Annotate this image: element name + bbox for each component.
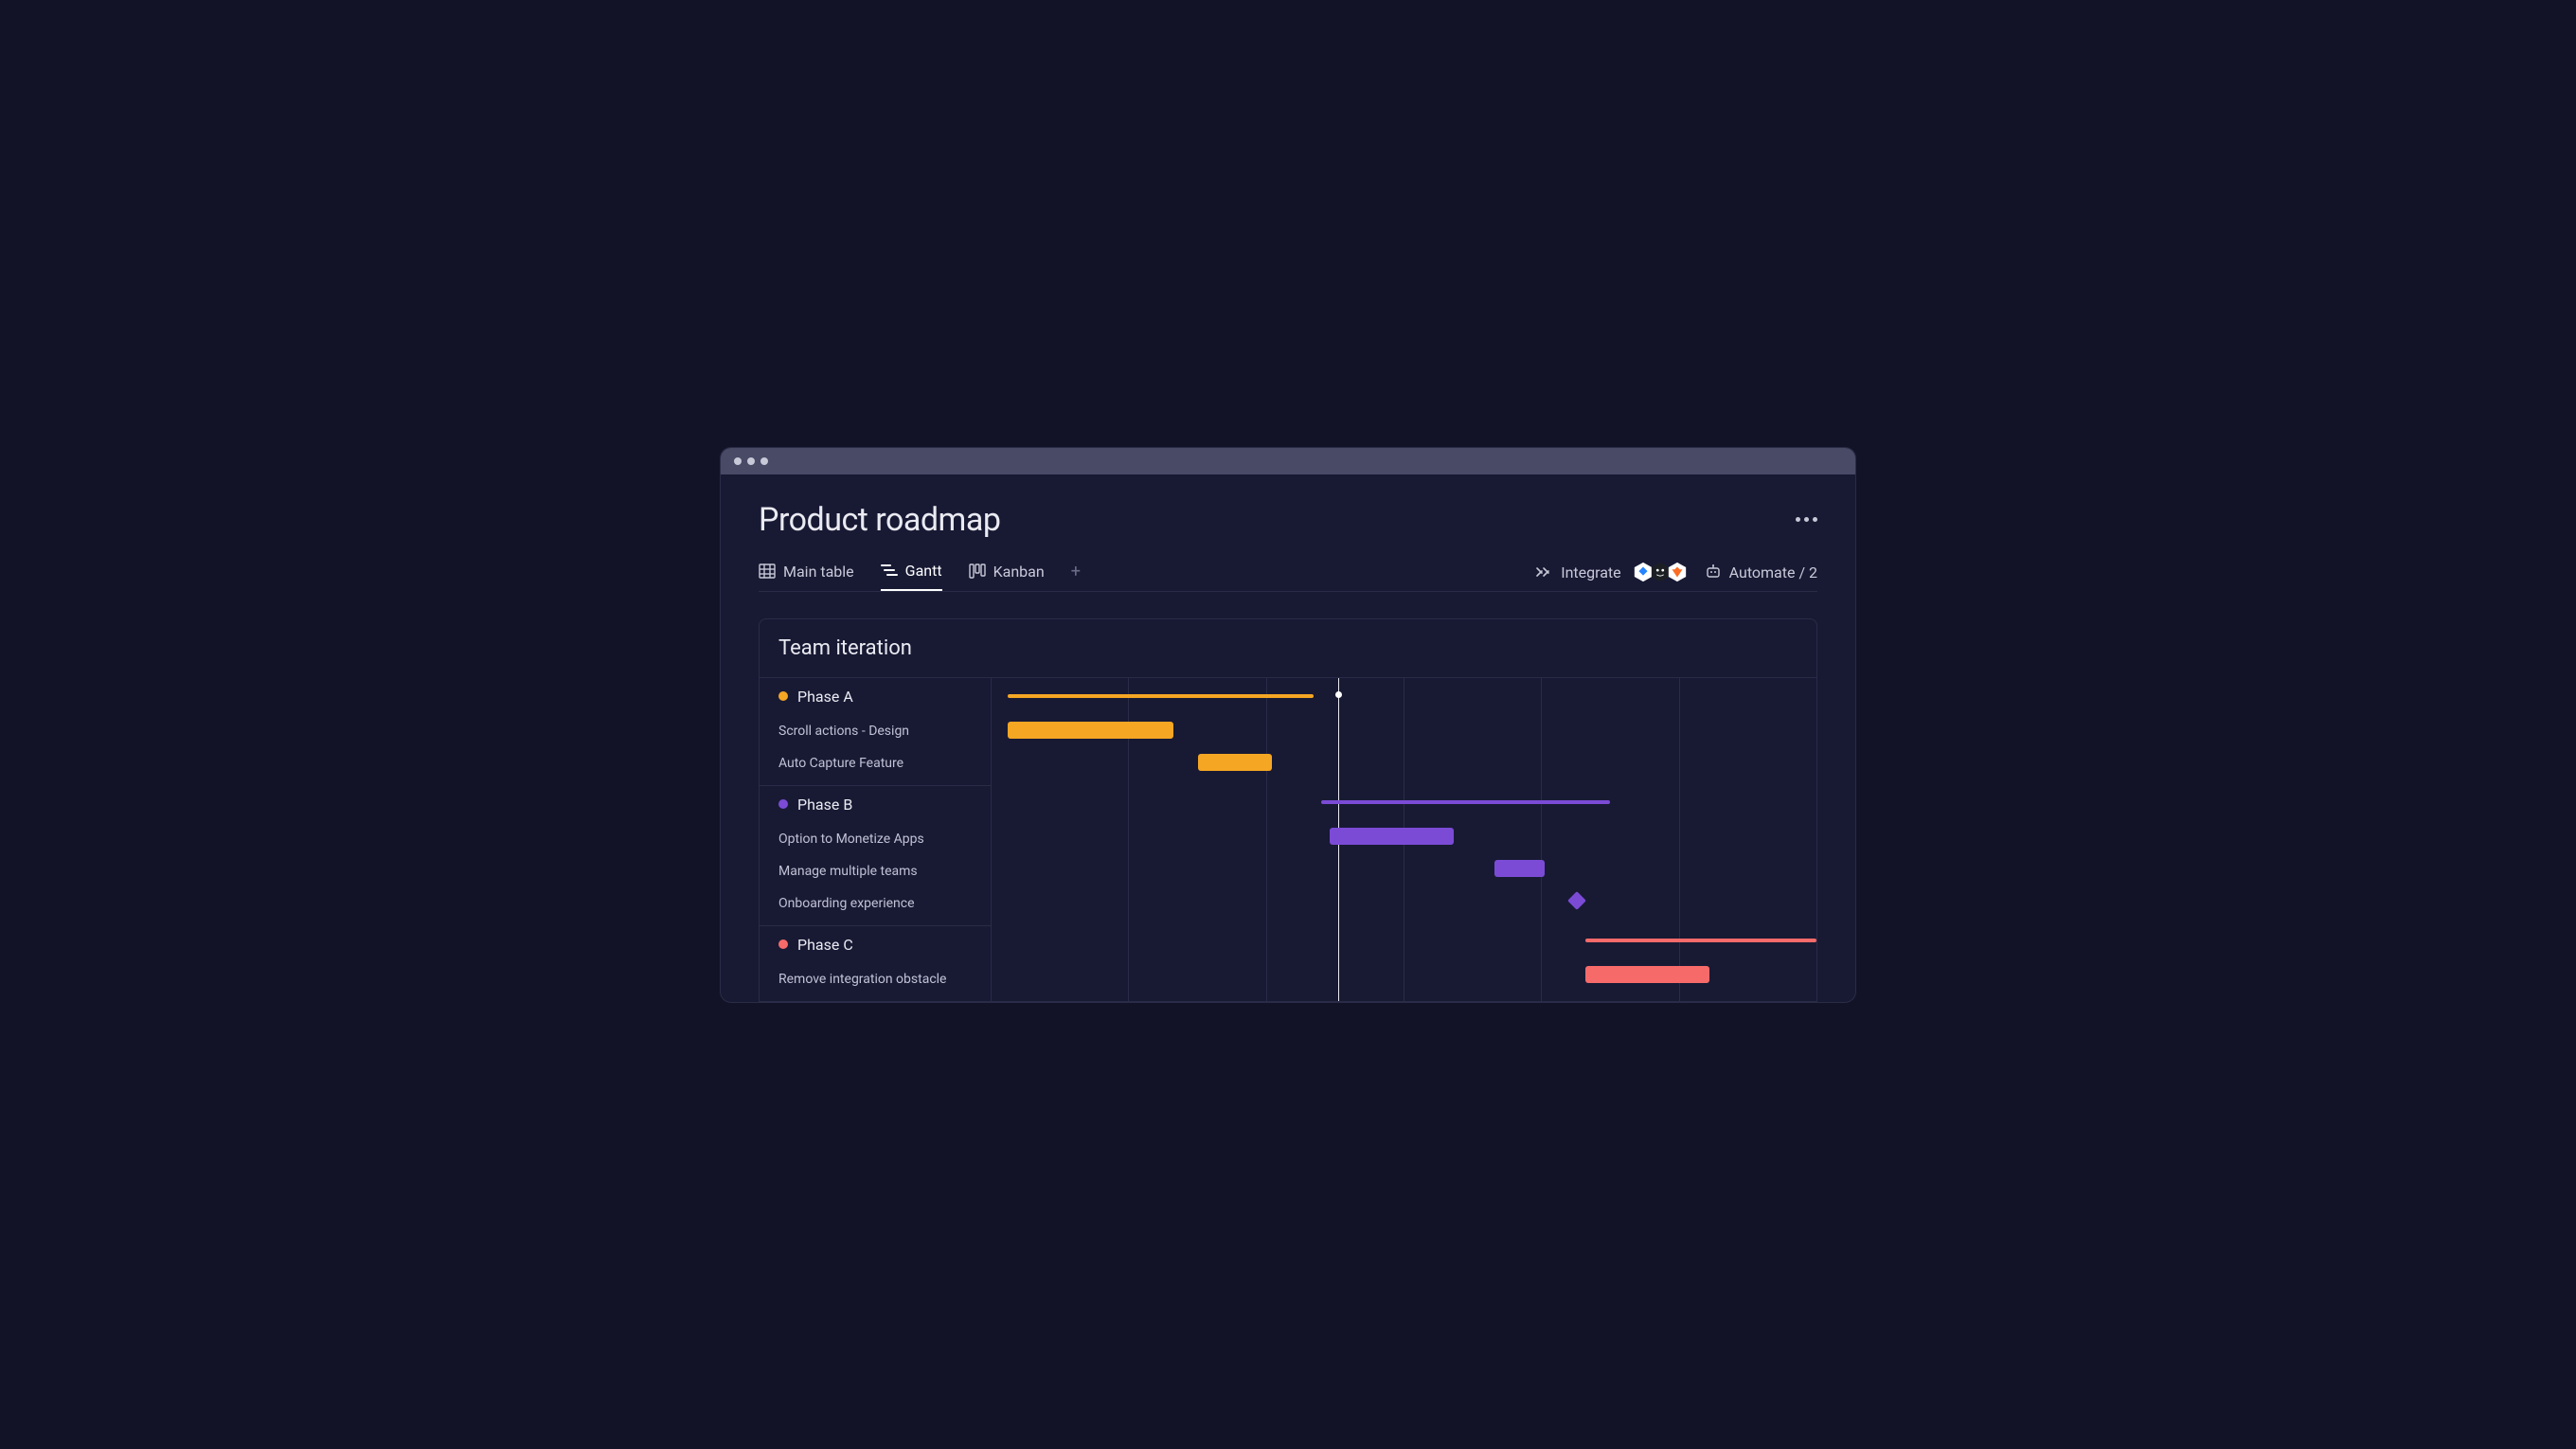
window-control-maximize[interactable] [760,457,768,465]
automate-button[interactable]: Automate / 2 [1705,564,1817,581]
view-tabs: Main table Gantt Kanban + Integrate [759,562,1817,592]
phase-name: Phase C [797,936,853,954]
phase-name: Phase B [797,796,852,814]
tab-label: Main table [783,563,854,581]
integrate-button[interactable]: Integrate [1534,562,1687,582]
task-label[interactable]: Option to Monetize Apps [760,823,991,855]
tab-main-table[interactable]: Main table [759,563,854,590]
phase-header[interactable]: Phase B [760,786,991,823]
phase-summary-bar[interactable] [1008,694,1313,698]
app-window: Product roadmap Main table Gantt Kanban [720,447,1856,1003]
task-bar[interactable] [1494,860,1544,877]
phase-color-dot [778,939,788,949]
window-titlebar [721,448,1855,474]
window-control-close[interactable] [734,457,742,465]
task-label[interactable]: Manage multiple teams [760,855,991,887]
phase-header[interactable]: Phase A [760,678,991,715]
tab-label: Kanban [993,563,1045,581]
task-bar[interactable] [1008,722,1172,739]
phase-summary-bar[interactable] [1585,939,1816,942]
integrate-icon [1534,564,1551,581]
task-label[interactable]: Scroll actions - Design [760,715,991,747]
task-label[interactable]: Auto Capture Feature [760,747,991,779]
integrate-label: Integrate [1561,564,1620,581]
task-bar[interactable] [1330,828,1454,845]
task-bar[interactable] [1585,966,1709,983]
gantt-bars [992,678,1816,996]
panel-title: Team iteration [760,619,1816,678]
robot-icon [1705,564,1722,581]
task-bar[interactable] [1198,754,1272,771]
phase-summary-bar[interactable] [1321,800,1610,804]
window-control-minimize[interactable] [747,457,755,465]
gantt-panel: Team iteration Phase A Scroll actions - D… [759,618,1817,1002]
phase-color-dot [778,799,788,809]
phase-header[interactable]: Phase C [760,926,991,963]
kanban-icon [969,564,986,579]
add-view-button[interactable]: + [1071,562,1081,591]
more-menu-button[interactable] [1796,517,1817,522]
integration-logos [1633,562,1688,582]
tab-kanban[interactable]: Kanban [969,563,1045,590]
task-label[interactable]: Onboarding experience [760,887,991,920]
gantt-chart-area[interactable] [992,678,1816,1001]
phase-name: Phase A [797,688,853,706]
tab-label: Gantt [905,562,942,580]
page-title: Product roadmap [759,501,1000,539]
tab-gantt[interactable]: Gantt [881,562,942,591]
automate-label: Automate / 2 [1729,564,1817,581]
gantt-icon [881,563,898,578]
milestone-marker[interactable] [1568,891,1587,910]
task-label[interactable]: Remove integration obstacle [760,963,991,995]
gantt-task-list: Phase A Scroll actions - DesignAuto Captu… [760,678,992,1001]
table-icon [759,564,776,579]
gitlab-icon [1667,562,1688,582]
phase-color-dot [778,691,788,701]
